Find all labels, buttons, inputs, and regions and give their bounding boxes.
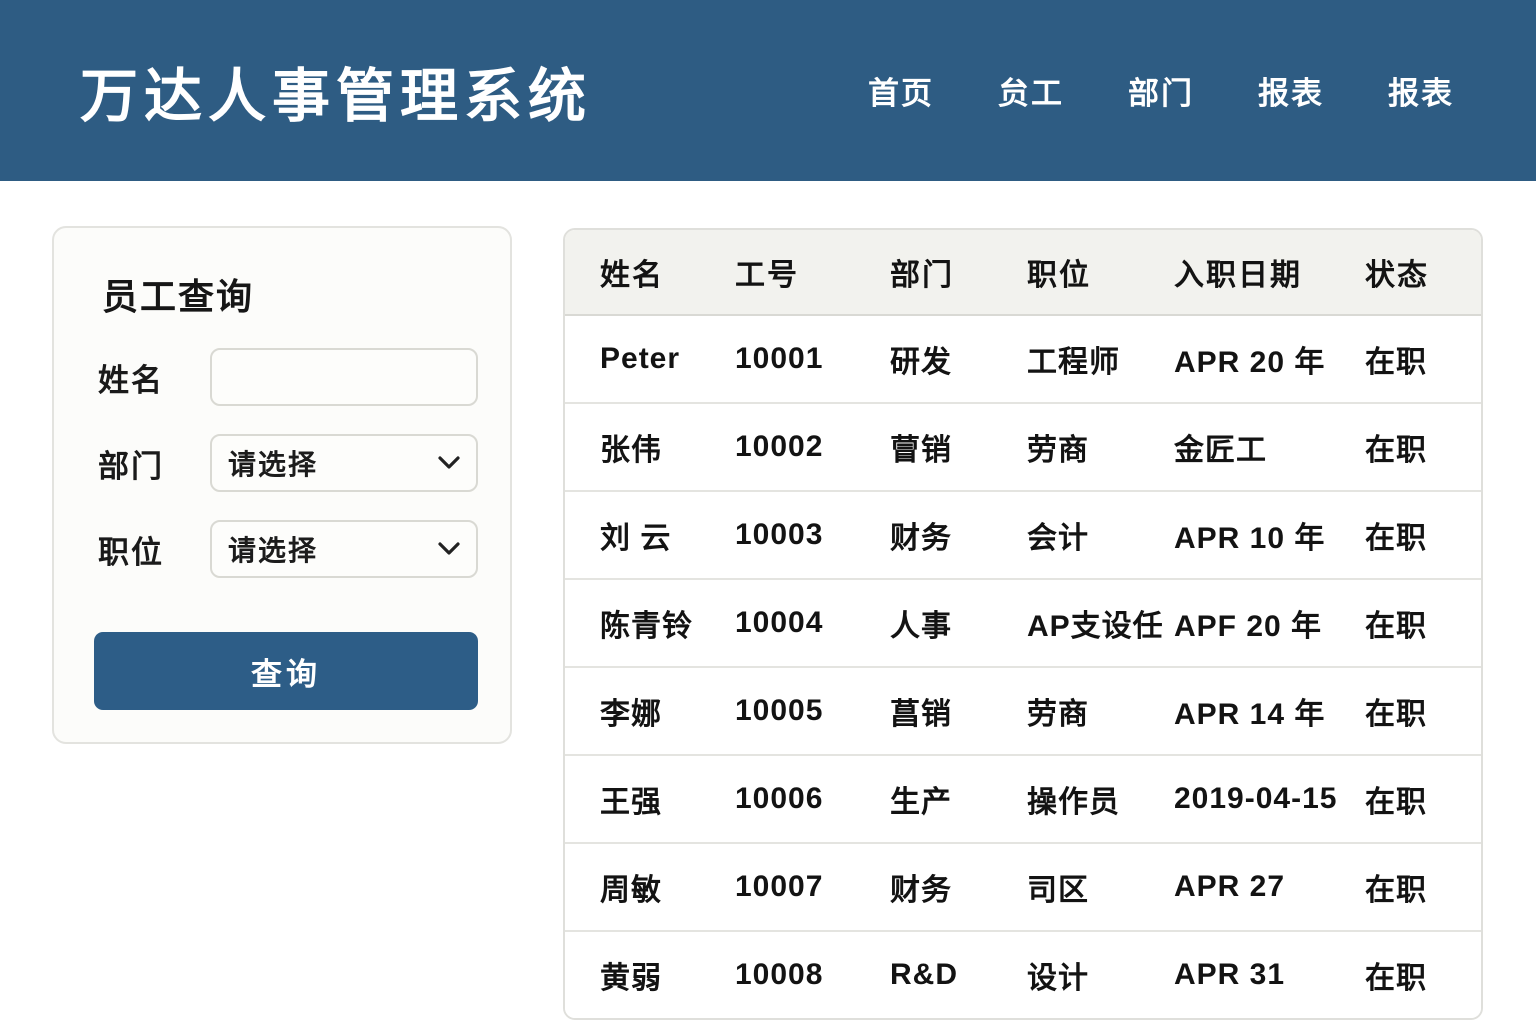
nav-item-2[interactable]: 部门 [1128,68,1194,113]
table-row: 张伟 10002 萺销 劳商 金匠工 在职 [565,404,1481,492]
department-field-row: 部门 请选择 [98,434,478,492]
table-cell: 金匠工 [1174,434,1267,467]
nav-item-0[interactable]: 首页 [868,68,934,113]
table-cell: 研发 [890,346,952,379]
table-cell: 在职 [1365,786,1427,819]
table-cell: 10005 [735,694,824,727]
table-cell: APR 20 年 [1174,346,1326,379]
main-nav: 首页 贠工 部门 报表 报表 [868,0,1454,181]
department-label: 部门 [98,448,164,484]
table-row: Peter 10001 研发 工程师 APR 20 年 在职 [565,316,1481,404]
table-cell: 在职 [1365,522,1427,555]
column-header: 工号 [735,259,799,292]
table-cell: 黄弱 [600,962,662,995]
nav-item-4[interactable]: 报表 [1388,68,1454,113]
table-cell: 10001 [735,342,824,375]
column-header: 入职日期 [1174,259,1302,292]
chevron-down-icon [438,456,460,470]
employee-search-panel: 员工查询 姓名 部门 请选择 职位 请选择 查询 [52,226,512,744]
position-select[interactable]: 请选择 [210,520,478,578]
name-input[interactable] [210,348,478,406]
table-cell: 财务 [890,522,952,555]
table-row: 李娜 10005 菖销 劳商 APR 14 年 在职 [565,668,1481,756]
table-cell: APR 27 [1174,870,1286,903]
table-cell: APF 20 年 [1174,610,1323,643]
table-cell: R&D [890,958,958,991]
table-cell: 生产 [890,786,952,819]
column-header: 部门 [890,259,954,292]
table-cell: 菖销 [890,698,952,731]
column-header: 姓名 [600,259,664,292]
department-select[interactable]: 请选择 [210,434,478,492]
table-cell: 工程师 [1027,346,1120,379]
table-cell: AP支设任 [1027,610,1164,643]
table-cell: 萺销 [890,434,952,467]
table-cell: 设计 [1027,962,1089,995]
table-cell: 在职 [1365,346,1427,379]
nav-item-3[interactable]: 报表 [1258,68,1324,113]
table-cell: 劳商 [1027,434,1089,467]
employee-table: 姓名 工号 部门 职位 入职日期 状态 Peter 10001 研发 工程师 APR 20 年在职… [563,228,1483,1020]
table-cell: 王强 [600,786,662,819]
table-cell: APR 31 [1174,958,1286,991]
position-field-row: 职位 请选择 [98,520,478,578]
chevron-down-icon [438,542,460,556]
search-panel-title: 员工查询 [102,276,255,317]
table-cell: 人事 [890,610,952,643]
table-cell: 10004 [735,606,824,639]
table-cell: 在职 [1365,434,1427,467]
column-header: 职位 [1027,259,1091,292]
department-select-value: 请选择 [228,449,319,480]
table-cell: 在职 [1365,874,1427,907]
table-cell: 刘 云 [600,522,672,555]
table-cell: APR 10 年 [1174,522,1326,555]
table-row: 陈青铃 10004 人事 AP支设任 APF 20 年 在职 [565,580,1481,668]
table-cell: 会计 [1027,522,1089,555]
table-cell: 在职 [1365,962,1427,995]
query-button[interactable]: 查询 [94,632,478,710]
app-header: 万达人事管理系统 首页 贠工 部门 报表 报表 [0,0,1536,181]
table-cell: 在职 [1365,698,1427,731]
table-cell: 财务 [890,874,952,907]
table-cell: 10008 [735,958,824,991]
table-cell: 劳商 [1027,698,1089,731]
table-cell: 张伟 [600,434,662,467]
table-body: Peter 10001 研发 工程师 APR 20 年在职 张伟 10002 萺销 劳商 金匠工在… [565,316,1481,1018]
table-cell: 操作员 [1027,786,1120,819]
name-field-row: 姓名 [98,348,478,406]
table-cell: 陈青铃 [600,610,693,643]
table-cell: 2019-04-15 [1174,782,1338,815]
nav-item-1[interactable]: 贠工 [998,68,1064,113]
table-cell: 10003 [735,518,824,551]
table-row: 王强 10006 生产 操作员 2019-04-15 在职 [565,756,1481,844]
table-cell: APR 14 年 [1174,698,1326,731]
table-row: 刘 云 10003 财务 会计 APR 10 年 在职 [565,492,1481,580]
table-header-row: 姓名 工号 部门 职位 入职日期 状态 [565,230,1481,316]
table-cell: 10002 [735,430,824,463]
table-cell: 司区 [1027,874,1089,907]
table-cell: 周敏 [600,874,662,907]
position-select-value: 请选择 [228,535,319,566]
column-header: 状态 [1365,259,1429,292]
table-row: 黄弱 10008 R&D 设计 APR 31 在职 [565,932,1481,1018]
name-label: 姓名 [98,362,164,398]
table-cell: 李娜 [600,698,662,731]
app-title: 万达人事管理系统 [80,63,593,129]
table-cell: 在职 [1365,610,1427,643]
table-cell: 10006 [735,782,824,815]
table-cell: 10007 [735,870,824,903]
table-cell: Peter [600,342,681,375]
table-row: 周敏 10007 财务 司区 APR 27 在职 [565,844,1481,932]
position-label: 职位 [98,534,164,570]
